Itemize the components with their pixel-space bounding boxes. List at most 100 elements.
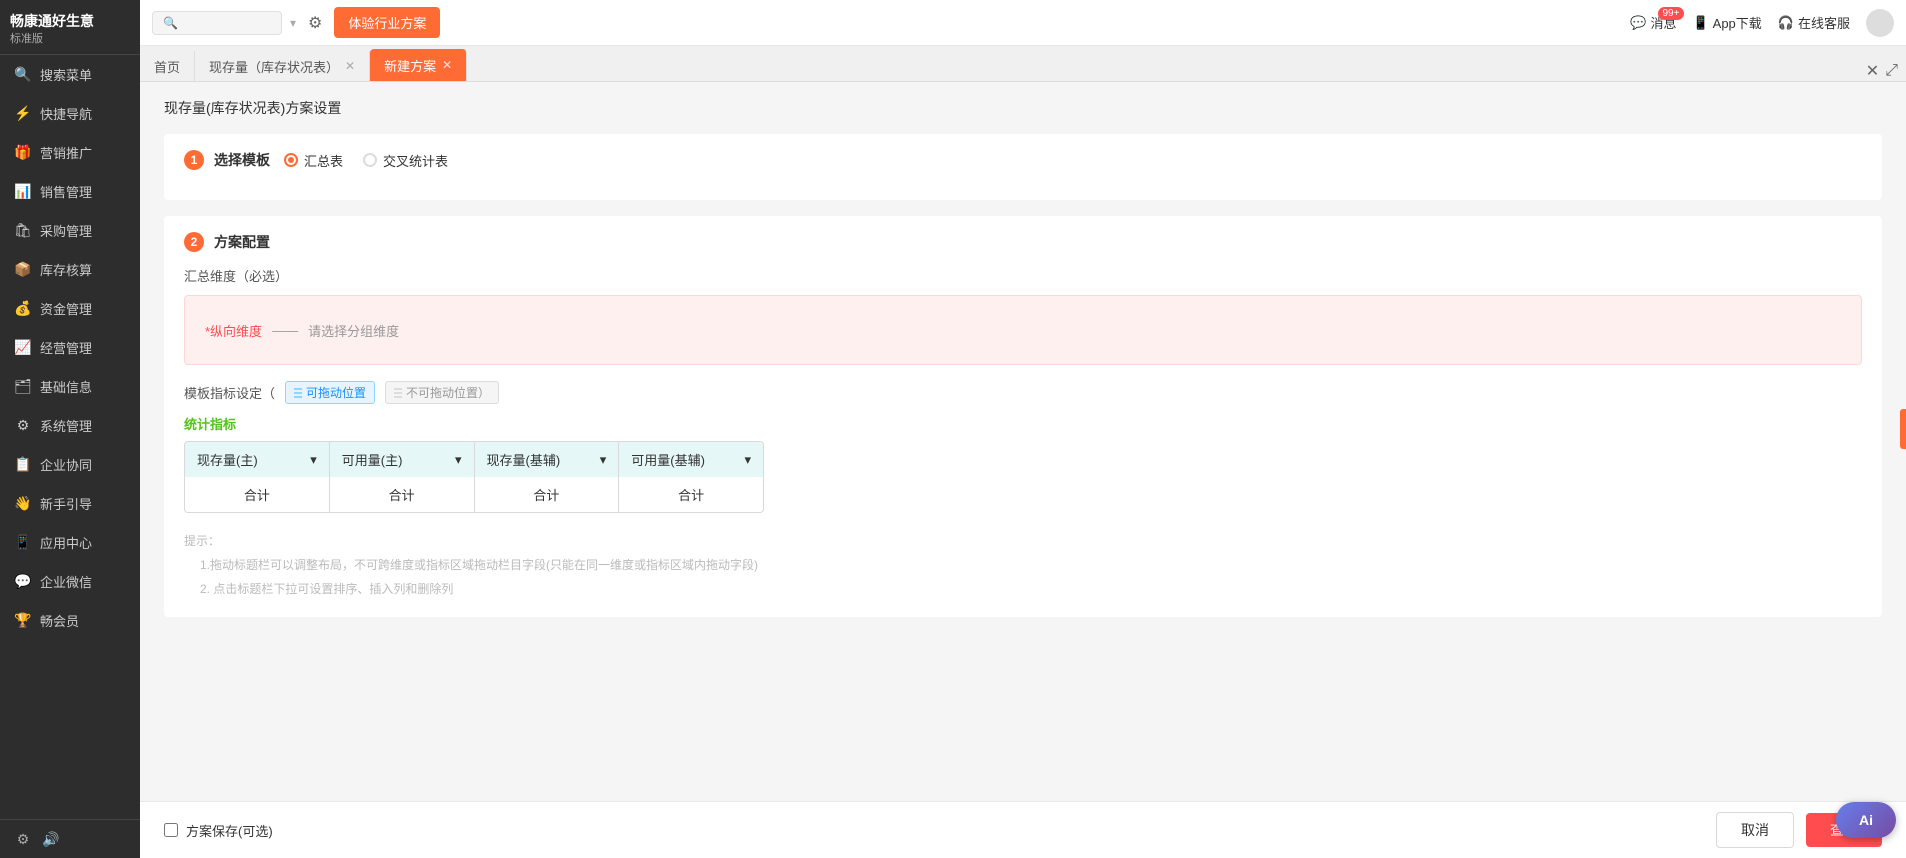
step1-header: 1 选择模板 汇总表 交叉统计表 (184, 150, 1862, 170)
tab-close-icon[interactable]: ✕ (345, 59, 355, 73)
dimension-placeholder: 请选择分组维度 (308, 321, 399, 340)
flash-icon: ⚡ (14, 105, 32, 123)
trophy-icon: 🏆 (14, 612, 32, 630)
tab-inventory-status[interactable]: 现存量（库存状况表） ✕ (195, 51, 370, 81)
tips-title: 提示： (184, 529, 1862, 553)
sidebar-item-label: 销售管理 (40, 182, 92, 201)
radio-cross-label: 交叉统计表 (383, 151, 448, 170)
sidebar-item-base[interactable]: 🗂 基础信息 (0, 367, 140, 406)
right-edge-handle[interactable] (1900, 409, 1906, 449)
step1-section: 1 选择模板 汇总表 交叉统计表 (164, 134, 1882, 200)
user-avatar[interactable] (1866, 9, 1894, 37)
app-subtitle: 标准版 (10, 30, 130, 46)
summary-dimension-label: 汇总维度（必选） (184, 266, 1862, 285)
sidebar-item-label: 库存核算 (40, 260, 92, 279)
window-close-icon[interactable]: ✕ (1866, 61, 1879, 81)
sidebar: 畅康通好生意 标准版 🔍 搜索菜单 ⚡ 快捷导航 🎁 营销推广 📊 销售管理 🛍… (0, 0, 140, 858)
sidebar-item-label: 企业微信 (40, 572, 92, 591)
tab-home[interactable]: 首页 (140, 51, 195, 81)
sidebar-item-wechat[interactable]: 💬 企业微信 (0, 562, 140, 601)
sidebar-item-member[interactable]: 🏆 畅会员 (0, 601, 140, 640)
search-icon: 🔍 (163, 16, 178, 30)
trial-button[interactable]: 体验行业方案 (334, 7, 440, 38)
sidebar-item-label: 基础信息 (40, 377, 92, 396)
sidebar-bottom: ⚙ 🔊 (0, 819, 140, 858)
step2-number: 2 (184, 232, 204, 252)
draggable-bar-icon (294, 388, 302, 398)
folder-icon: 🗂 (14, 378, 32, 396)
sidebar-item-label: 应用中心 (40, 533, 92, 552)
sidebar-item-operations[interactable]: 📈 经营管理 (0, 328, 140, 367)
col-header-2[interactable]: 现存量(基辅) ▾ (475, 442, 620, 477)
col-header-0[interactable]: 现存量(主) ▾ (185, 442, 330, 477)
message-button[interactable]: 💬 消息 99+ (1630, 13, 1676, 32)
col-header-label-3: 可用量(基辅) (631, 450, 705, 469)
step2-section: 2 方案配置 汇总维度（必选） *纵向维度 —— 请选择分组维度 模板指标设定（ (164, 216, 1882, 617)
message-icon: 💬 (1630, 15, 1646, 31)
sidebar-item-label: 新手引导 (40, 494, 92, 513)
cancel-button[interactable]: 取消 (1716, 812, 1794, 848)
required-marker: *纵向维度 (205, 321, 262, 340)
save-plan-checkbox[interactable] (164, 823, 178, 837)
tips-section: 提示： 1.拖动标题栏可以调整布局，不可跨维度或指标区域拖动栏目字段(只能在同一… (184, 529, 1862, 601)
stat-table-header: 现存量(主) ▾ 可用量(主) ▾ 现存量(基辅) ▾ (185, 442, 763, 477)
online-service-button[interactable]: 🎧 在线客服 (1778, 13, 1850, 32)
sidebar-item-label: 畅会员 (40, 611, 79, 630)
radio-cross-dot (363, 153, 377, 167)
sidebar-item-shortcut[interactable]: ⚡ 快捷导航 (0, 94, 140, 133)
sidebar-item-marketing[interactable]: 🎁 营销推广 (0, 133, 140, 172)
volume-icon[interactable]: 🔊 (42, 830, 60, 848)
sidebar-item-label: 经营管理 (40, 338, 92, 357)
tip-1: 1.拖动标题栏可以调整布局，不可跨维度或指标区域拖动栏目字段(只能在同一维度或指… (200, 553, 1862, 577)
col-value-3: 合计 (619, 477, 763, 512)
col-value-0: 合计 (185, 477, 330, 512)
trend-icon: 📈 (14, 339, 32, 357)
draggable-tag: 可拖动位置 (285, 381, 375, 404)
col-header-label-1: 可用量(主) (342, 450, 403, 469)
tab-new-plan-label: 新建方案 (384, 56, 436, 75)
sidebar-item-inventory[interactable]: 📦 库存核算 (0, 250, 140, 289)
sidebar-item-purchase[interactable]: 🛍 采购管理 (0, 211, 140, 250)
radio-cross[interactable]: 交叉统计表 (363, 151, 448, 170)
search-box[interactable]: 🔍 (152, 11, 282, 35)
tab-active-close-icon[interactable]: ✕ (442, 58, 452, 72)
sidebar-item-system[interactable]: ⚙ 系统管理 (0, 406, 140, 445)
non-draggable-tag: 不可拖动位置） (385, 381, 499, 404)
sidebar-item-sales[interactable]: 📊 销售管理 (0, 172, 140, 211)
clipboard-icon: 📋 (14, 456, 32, 474)
col-header-3[interactable]: 可用量(基辅) ▾ (619, 442, 763, 477)
tab-inventory-label: 现存量（库存状况表） (209, 57, 339, 76)
chevron-down-icon: ▾ (290, 16, 296, 30)
gift-icon: 🎁 (14, 144, 32, 162)
main-area: 🔍 ▾ ⚙ 体验行业方案 💬 消息 99+ 📱 App下载 🎧 在线客服 (140, 0, 1906, 858)
sidebar-item-finance[interactable]: 💰 资金管理 (0, 289, 140, 328)
save-plan-label: 方案保存(可选) (186, 821, 273, 840)
sidebar-item-search[interactable]: 🔍 搜索菜单 (0, 55, 140, 94)
col-dropdown-icon-2: ▾ (600, 452, 607, 468)
sidebar-item-apps[interactable]: 📱 应用中心 (0, 523, 140, 562)
gear-icon: ⚙ (14, 417, 32, 435)
col-header-1[interactable]: 可用量(主) ▾ (330, 442, 475, 477)
sidebar-item-label: 快捷导航 (40, 104, 92, 123)
settings-icon[interactable]: ⚙ (14, 830, 32, 848)
topbar: 🔍 ▾ ⚙ 体验行业方案 💬 消息 99+ 📱 App下载 🎧 在线客服 (140, 0, 1906, 46)
app-download-button[interactable]: 📱 App下载 (1692, 13, 1761, 32)
ai-fab-button[interactable]: Ai (1836, 802, 1896, 838)
col-header-label-0: 现存量(主) (197, 450, 258, 469)
phone-icon: 📱 (1692, 15, 1708, 31)
app-label: App下载 (1713, 13, 1762, 32)
sidebar-item-enterprise[interactable]: 📋 企业协同 (0, 445, 140, 484)
col-dropdown-icon-3: ▾ (744, 452, 751, 468)
topbar-right: 💬 消息 99+ 📱 App下载 🎧 在线客服 (1630, 9, 1894, 37)
dimension-box[interactable]: *纵向维度 —— 请选择分组维度 (184, 295, 1862, 365)
radio-summary[interactable]: 汇总表 (284, 151, 343, 170)
draggable-label: 可拖动位置 (306, 384, 366, 401)
page-title: 现存量(库存状况表)方案设置 (164, 98, 1882, 118)
headset-icon: 🎧 (1778, 15, 1794, 31)
sidebar-item-newbie[interactable]: 👋 新手引导 (0, 484, 140, 523)
tab-new-plan[interactable]: 新建方案 ✕ (370, 49, 467, 81)
window-expand-icon[interactable]: ⤢ (1885, 62, 1898, 80)
bag-icon: 🛍 (14, 222, 32, 240)
settings-gear-icon[interactable]: ⚙ (308, 13, 322, 33)
money-icon: 💰 (14, 300, 32, 318)
